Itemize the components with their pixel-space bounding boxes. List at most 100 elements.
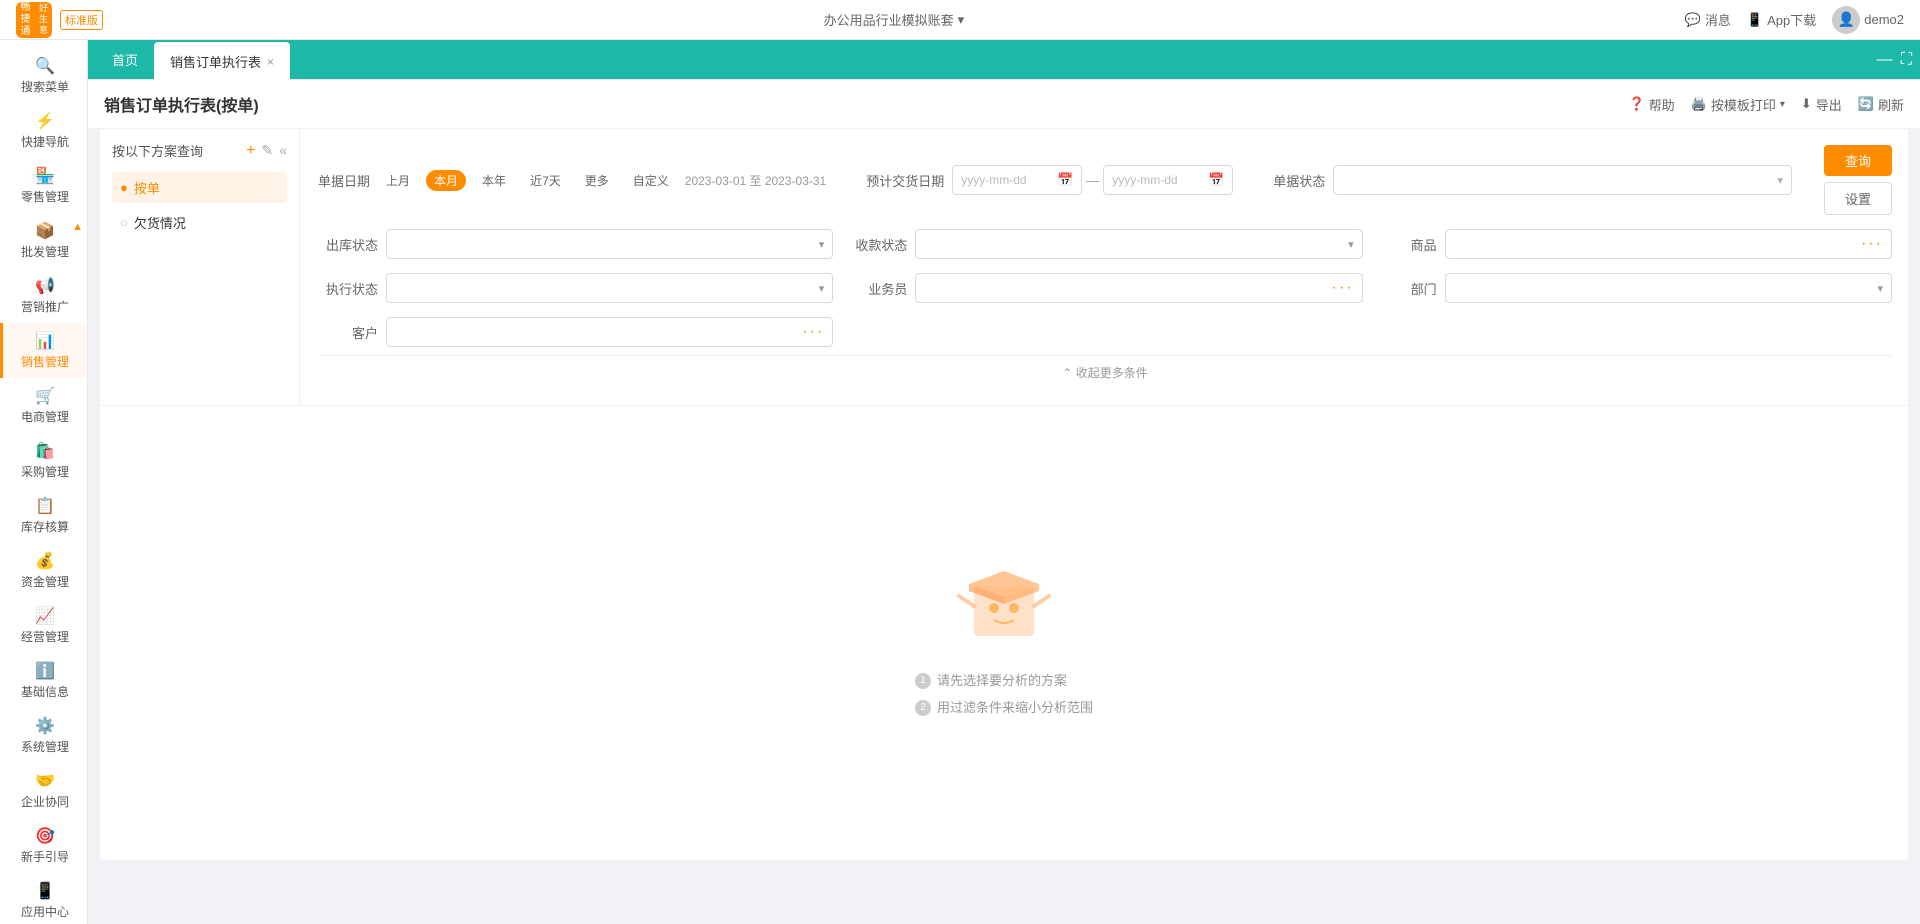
empty-step1: 请先选择要分析的方案 [937,669,1067,692]
menu-item-shortage[interactable]: ○ 欠货情况 [112,207,287,238]
outbound-select[interactable]: ▾ [386,229,833,259]
collapse-bar[interactable]: ⌃ 收起更多条件 [318,355,1892,389]
tab-close-btn[interactable]: × [267,55,274,69]
sidebar-item-marketing[interactable]: 📢 营销推广 [0,268,87,323]
payment-arrow-icon: ▾ [1348,238,1354,251]
empty-state-content: 1 请先选择要分析的方案 2 用过滤条件来缩小分析范围 [100,466,1908,800]
sidebar-label-newuser: 新手引导 [21,848,69,865]
sidebar-item-quicknav[interactable]: ⚡ 快捷导航 [0,103,87,158]
date-end-placeholder: yyyy-mm-dd [1112,173,1177,187]
salesperson-input[interactable]: ··· [915,273,1362,303]
sidebar-item-newuser[interactable]: 🎯 新手引导 [0,818,87,873]
sidebar-label-system: 系统管理 [21,738,69,755]
predicted-date-start[interactable]: yyyy-mm-dd 📅 [952,165,1082,195]
app-logo: 畅捷通 好生意 [16,2,52,38]
sidebar-item-search[interactable]: 🔍 搜索菜单 [0,48,87,103]
page-actions: ❓ 帮助 🖨️ 按模板打印 ▾ ⬇ 导出 🔄 刷新 [1628,95,1904,114]
collapse-panel-btn[interactable]: « [279,142,287,160]
date-btn-current[interactable]: 本月 [426,170,466,191]
app-tag: 标准版 [60,10,103,30]
appcenter-icon: 📱 [35,881,55,901]
date-range-display: 2023-03-01 至 2023-03-31 [685,172,826,189]
filter-row-3: 客户 ··· [318,317,1892,347]
sidebar-item-purchase[interactable]: 🛍️ 采购管理 [0,433,87,488]
menu-item-byorder[interactable]: ● 按单 [112,172,287,203]
date-btn-prev[interactable]: 上月 [378,170,418,191]
setting-btn[interactable]: 设置 [1824,182,1892,215]
date-btn-more[interactable]: 更多 [577,170,617,191]
avatar: 👤 [1832,6,1860,34]
sidebar-item-appcenter[interactable]: 📱 应用中心 [0,873,87,924]
minimize-btn[interactable]: — [1877,51,1893,69]
step2-num: 2 [915,700,931,716]
outbound-arrow-icon: ▾ [819,238,825,251]
page-title: 销售订单执行表(按单) [104,92,259,116]
department-label: 部门 [1377,279,1437,298]
filter-department: 部门 ▾ [1377,273,1892,303]
date-label: 单据日期 [318,171,370,190]
date-btn-7days[interactable]: 近7天 [522,170,569,191]
edit-scheme-btn[interactable]: ✎ [261,142,273,160]
help-btn[interactable]: ❓ 帮助 [1628,95,1674,114]
filter-outbound-status: 出库状态 ▾ [318,229,833,259]
app-download-btn[interactable]: 📱 App下载 [1747,10,1816,29]
status-select[interactable]: ▾ [1333,165,1792,195]
collapse-label: 收起更多条件 [1076,366,1148,380]
right-filter-panel: 单据日期 上月 本月 本年 近7天 更多 自定义 2023-03-01 至 20… [302,129,1908,405]
date-btn-custom[interactable]: 自定义 [625,170,677,191]
message-btn[interactable]: 💬 消息 [1685,10,1731,29]
nav-arrow-icon[interactable]: ▾ [958,12,965,28]
sidebar-item-sales[interactable]: 📊 销售管理 [0,323,87,378]
status-arrow-icon: ▾ [1777,174,1783,187]
sidebar-label-finance: 资金管理 [21,573,69,590]
filter-product: 商品 ··· [1377,229,1892,259]
product-label: 商品 [1377,235,1437,254]
basicinfo-icon: ℹ️ [35,661,55,681]
sidebar-item-basicinfo[interactable]: ℹ️ 基础信息 [0,653,87,708]
refresh-label: 刷新 [1878,95,1904,114]
department-select[interactable]: ▾ [1445,273,1892,303]
tab-sales-exec[interactable]: 销售订单执行表 × [154,42,290,82]
status-label: 单据状态 [1273,171,1325,190]
customer-label: 客户 [318,323,378,342]
operations-icon: 📈 [35,606,55,626]
exec-status-select[interactable]: ▾ [386,273,833,303]
sidebar-item-operations[interactable]: 📈 经营管理 [0,598,87,653]
sidebar-item-inventory[interactable]: 📋 库存核算 [0,488,87,543]
sidebar-item-finance[interactable]: 💰 资金管理 [0,543,87,598]
sidebar-item-retail[interactable]: 🏪 零售管理 [0,158,87,213]
sidebar-item-ecommerce[interactable]: 🛒 电商管理 [0,378,87,433]
sidebar-item-collab[interactable]: 🤝 企业协同 [0,763,87,818]
system-icon: ⚙️ [35,716,55,736]
predicted-date-end[interactable]: yyyy-mm-dd 📅 [1103,165,1233,195]
user-avatar-btn[interactable]: 👤 demo2 [1832,6,1904,34]
print-btn[interactable]: 🖨️ 按模板打印 ▾ [1691,95,1785,114]
product-input[interactable]: ··· [1445,229,1892,259]
calendar-start-icon: 📅 [1057,172,1073,188]
filter-exec-status: 执行状态 ▾ [318,273,833,303]
customer-input[interactable]: ··· [386,317,833,347]
query-btn[interactable]: 查询 [1824,145,1892,176]
payment-select[interactable]: ▾ [915,229,1362,259]
maximize-btn[interactable]: ⛶ [1901,51,1912,69]
empty-step2: 用过滤条件来缩小分析范围 [937,696,1093,719]
export-btn[interactable]: ⬇ 导出 [1801,95,1842,114]
refresh-btn[interactable]: 🔄 刷新 [1858,95,1904,114]
exec-arrow-icon: ▾ [819,282,825,295]
calendar-end-icon: 📅 [1208,172,1224,188]
date-btn-year[interactable]: 本年 [474,170,514,191]
purchase-icon: 🛍️ [35,441,55,461]
sidebar-item-system[interactable]: ⚙️ 系统管理 [0,708,87,763]
tab-home[interactable]: 首页 [96,40,154,80]
inactive-dot-icon: ○ [120,215,128,230]
filter-payment-status: 收款状态 ▾ [847,229,1362,259]
sidebar-label-operations: 经营管理 [21,628,69,645]
sidebar-item-wholesale[interactable]: 📦 批发管理 ▲ [0,213,87,268]
query-actions: 查询 设置 [1824,145,1892,215]
help-icon: ❓ [1628,96,1644,112]
add-scheme-btn[interactable]: + [246,142,255,160]
salesperson-label: 业务员 [847,279,907,298]
print-icon: 🖨️ [1691,96,1707,112]
tab-actions: — ⛶ [1877,51,1912,69]
marketing-icon: 📢 [35,276,55,296]
